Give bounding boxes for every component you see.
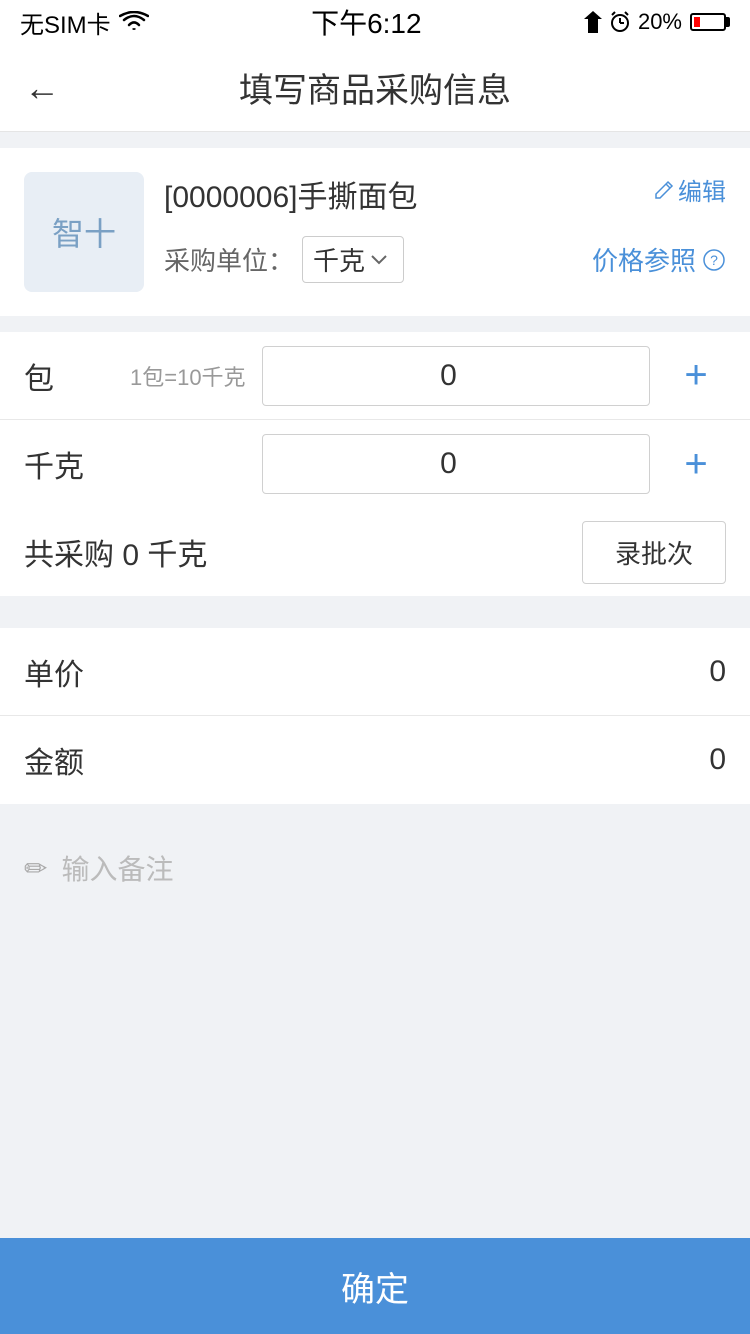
price-section: 单价 0 金额 0 [0,628,750,804]
status-bar: 无SIM卡 下午6:12 20% [0,0,750,44]
product-card: 智十 [0000006]手撕面包 编辑 采购单位： 千克 [0,148,750,316]
bag-input-row: 包 1包=10千克 + [0,332,750,420]
nav-bar: ← 填写商品采购信息 [0,44,750,132]
unit-price-value: 0 [709,655,726,689]
edit-button[interactable]: 编辑 [654,172,726,207]
edit-label: 编辑 [678,172,726,207]
bag-plus-button[interactable]: + [666,346,726,406]
battery-icon [690,13,730,31]
price-ref-label: 价格参照 [592,241,696,278]
divider-1 [0,316,750,332]
unit-price-row: 单价 0 [0,628,750,716]
page-title: 填写商品采购信息 [239,63,511,112]
product-logo: 智十 [52,209,116,255]
status-right: 20% [584,9,730,35]
note-placeholder: 输入备注 [61,848,173,888]
product-info: [0000006]手撕面包 编辑 采购单位： 千克 价格 [164,172,726,283]
bag-sublabel: 1包=10千克 [130,360,246,392]
product-name: [0000006]手撕面包 [164,172,417,216]
unit-row: 采购单位： 千克 价格参照 ? [164,236,726,283]
kg-plus-button[interactable]: + [666,434,726,494]
bag-label: 包 [24,354,124,398]
amount-row: 金额 0 [0,716,750,804]
sim-text: 无SIM卡 [20,5,111,40]
input-section: 包 1包=10千克 + 千克 + [0,332,750,508]
kg-input[interactable] [262,434,650,494]
price-ref-button[interactable]: 价格参照 ? [592,241,726,278]
location-icon [584,11,602,33]
unit-select[interactable]: 千克 [302,236,404,283]
amount-value: 0 [709,743,726,777]
record-batch-button[interactable]: 录批次 [582,521,726,584]
summary-row: 共采购 0 千克 录批次 [0,508,750,596]
status-left: 无SIM卡 [20,5,149,40]
wifi-icon [119,11,149,33]
unit-value: 千克 [313,241,365,278]
back-button[interactable]: ← [24,67,60,109]
kg-input-row: 千克 + [0,420,750,508]
svg-text:?: ? [710,252,718,268]
divider-2 [0,596,750,612]
chevron-down-icon [371,255,387,265]
content-area [0,916,750,1256]
status-time: 下午6:12 [311,2,422,42]
unit-label: 采购单位： [164,241,294,278]
confirm-button[interactable]: 确定 [0,1238,750,1334]
pencil-icon: ✏ [24,852,47,885]
bag-input[interactable] [262,346,650,406]
help-icon: ? [702,248,726,272]
kg-label: 千克 [24,442,124,486]
summary-text: 共采购 0 千克 [24,530,207,574]
unit-price-label: 单价 [24,650,84,694]
edit-icon [654,180,674,200]
alarm-icon [610,11,630,33]
note-section[interactable]: ✏ 输入备注 [0,820,750,916]
product-header: [0000006]手撕面包 编辑 [164,172,726,216]
amount-label: 金额 [24,738,84,782]
battery-percent: 20% [638,9,682,35]
product-image: 智十 [24,172,144,292]
